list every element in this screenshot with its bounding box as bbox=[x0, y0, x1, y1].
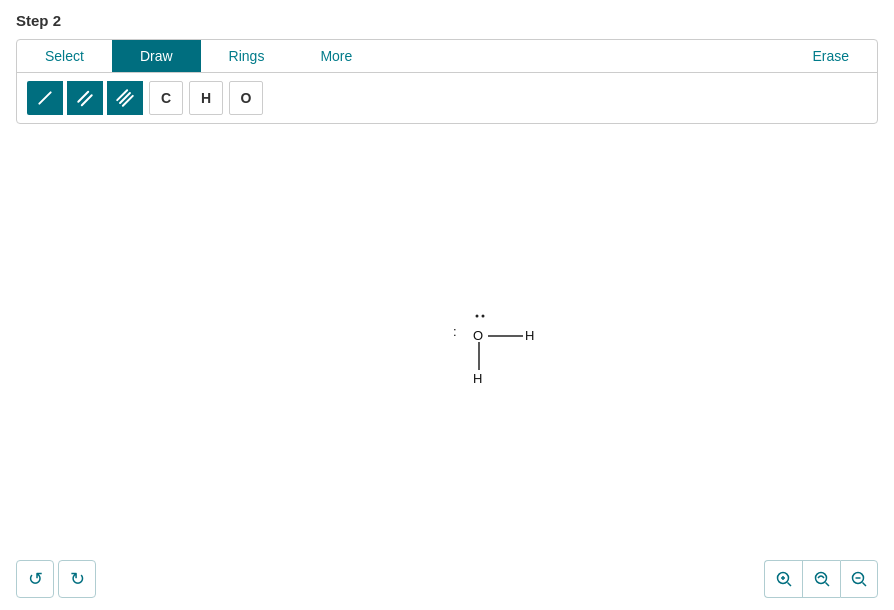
tab-erase[interactable]: Erase bbox=[784, 40, 877, 72]
tab-more[interactable]: More bbox=[292, 40, 380, 72]
tab-draw[interactable]: Draw bbox=[112, 40, 201, 72]
svg-text:H: H bbox=[525, 328, 534, 343]
step-title: Step 2 bbox=[16, 12, 878, 29]
svg-point-12 bbox=[815, 573, 826, 584]
bond-double-button[interactable] bbox=[67, 81, 103, 115]
zoom-reset-button[interactable] bbox=[802, 560, 840, 598]
triple-bond-icon bbox=[116, 89, 134, 107]
svg-text::: : bbox=[453, 324, 457, 339]
tools-row: C H O bbox=[17, 73, 877, 123]
zoom-out-button[interactable] bbox=[840, 560, 878, 598]
bond-single-button[interactable] bbox=[27, 81, 63, 115]
atom-c-button[interactable]: C bbox=[149, 81, 183, 115]
zoom-reset-icon bbox=[813, 570, 831, 588]
tabs-row: Select Draw Rings More Erase bbox=[17, 40, 877, 73]
svg-point-0 bbox=[476, 315, 479, 318]
undo-button[interactable]: ↺ bbox=[16, 560, 54, 598]
tab-select[interactable]: Select bbox=[17, 40, 112, 72]
svg-line-16 bbox=[863, 583, 867, 587]
tab-rings[interactable]: Rings bbox=[201, 40, 293, 72]
undo-redo-group: ↺ ↻ bbox=[16, 560, 96, 598]
zoom-out-icon bbox=[850, 570, 868, 588]
single-bond-icon bbox=[38, 91, 52, 105]
svg-line-11 bbox=[787, 583, 791, 587]
svg-text:H: H bbox=[473, 371, 482, 386]
atom-h-button[interactable]: H bbox=[189, 81, 223, 115]
redo-button[interactable]: ↻ bbox=[58, 560, 96, 598]
zoom-in-button[interactable] bbox=[764, 560, 802, 598]
svg-line-13 bbox=[825, 583, 829, 587]
atom-o-button[interactable]: O bbox=[229, 81, 263, 115]
bond-triple-button[interactable] bbox=[107, 81, 143, 115]
canvas-area[interactable]: O : H H bbox=[16, 124, 878, 552]
bottom-bar: ↺ ↻ bbox=[16, 552, 878, 598]
toolbar-container: Select Draw Rings More Erase bbox=[16, 39, 878, 124]
svg-point-1 bbox=[482, 315, 485, 318]
double-bond-icon bbox=[77, 90, 93, 106]
svg-text:O: O bbox=[473, 328, 483, 343]
molecule-drawing: O : H H bbox=[423, 288, 543, 388]
zoom-group bbox=[764, 560, 878, 598]
zoom-in-icon bbox=[775, 570, 793, 588]
